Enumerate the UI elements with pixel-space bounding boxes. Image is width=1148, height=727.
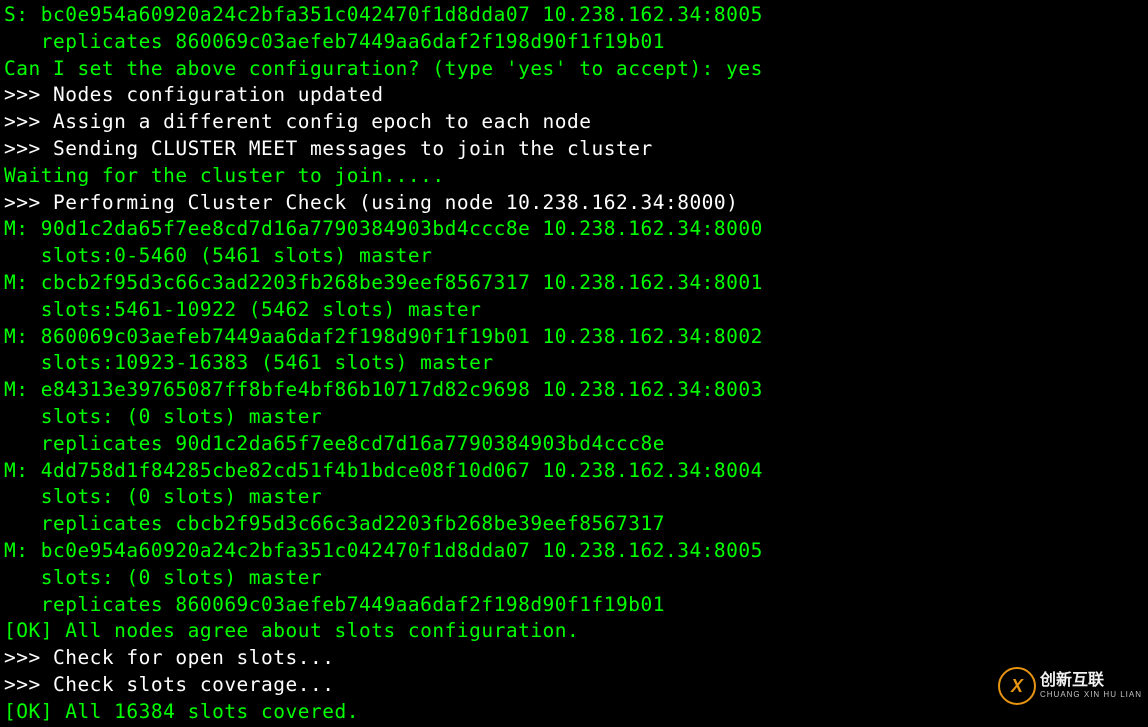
terminal-line: M: cbcb2f95d3c66c3ad2203fb268be39eef8567…: [4, 270, 1144, 297]
terminal-segment: >>> Check for open slots...: [4, 646, 334, 669]
terminal-line: slots: (0 slots) master: [4, 404, 1144, 431]
watermark-main-text: 创新互联: [1040, 673, 1142, 689]
terminal-line: >>> Nodes configuration updated: [4, 82, 1144, 109]
terminal-line: [OK] All nodes agree about slots configu…: [4, 618, 1144, 645]
terminal-segment: M: 90d1c2da65f7ee8cd7d16a7790384903bd4cc…: [4, 217, 763, 240]
terminal-segment: slots: (0 slots) master: [4, 405, 322, 428]
terminal-segment: Can I set the above configuration? (type…: [4, 57, 763, 80]
terminal-segment: M: cbcb2f95d3c66c3ad2203fb268be39eef8567…: [4, 271, 763, 294]
terminal-segment: M: 860069c03aefeb7449aa6daf2f198d90f1f19…: [4, 325, 763, 348]
terminal-line: replicates cbcb2f95d3c66c3ad2203fb268be3…: [4, 511, 1144, 538]
terminal-line: M: 4dd758d1f84285cbe82cd51f4b1bdce08f10d…: [4, 458, 1144, 485]
watermark-sub-text: CHUANG XIN HU LIAN: [1040, 691, 1142, 699]
terminal-line: M: bc0e954a60920a24c2bfa351c042470f1d8dd…: [4, 538, 1144, 565]
terminal-segment: M: bc0e954a60920a24c2bfa351c042470f1d8dd…: [4, 539, 763, 562]
terminal-segment: >>> Performing Cluster Check (using node…: [4, 191, 738, 214]
watermark-logo: X 创新互联 CHUANG XIN HU LIAN: [998, 667, 1142, 705]
terminal-line: M: e84313e39765087ff8bfe4bf86b10717d82c9…: [4, 377, 1144, 404]
terminal-line: slots:5461-10922 (5462 slots) master: [4, 297, 1144, 324]
terminal-segment: >>> Sending CLUSTER MEET messages to joi…: [4, 137, 653, 160]
terminal-segment: replicates 860069c03aefeb7449aa6daf2f198…: [4, 593, 665, 616]
terminal-segment: slots:5461-10922 (5462 slots) master: [4, 298, 481, 321]
terminal-segment: slots:10923-16383 (5461 slots) master: [4, 351, 494, 374]
terminal-line: slots:10923-16383 (5461 slots) master: [4, 350, 1144, 377]
terminal-segment: M: e84313e39765087ff8bfe4bf86b10717d82c9…: [4, 378, 763, 401]
terminal-line: [OK] All 16384 slots covered.: [4, 699, 1144, 726]
terminal-line: replicates 860069c03aefeb7449aa6daf2f198…: [4, 29, 1144, 56]
terminal-line: Waiting for the cluster to join.....: [4, 163, 1144, 190]
terminal-segment: >>> Assign a different config epoch to e…: [4, 110, 592, 133]
terminal-segment: replicates 90d1c2da65f7ee8cd7d16a7790384…: [4, 432, 665, 455]
terminal-segment: replicates 860069c03aefeb7449aa6daf2f198…: [4, 30, 665, 53]
terminal-line: >>> Check for open slots...: [4, 645, 1144, 672]
terminal-line: replicates 860069c03aefeb7449aa6daf2f198…: [4, 592, 1144, 619]
terminal-output: S: bc0e954a60920a24c2bfa351c042470f1d8dd…: [0, 0, 1148, 727]
terminal-segment: Waiting for the cluster to join.....: [4, 164, 445, 187]
terminal-line: slots: (0 slots) master: [4, 484, 1144, 511]
terminal-segment: slots: (0 slots) master: [4, 566, 322, 589]
terminal-segment: slots: (0 slots) master: [4, 485, 322, 508]
terminal-segment: replicates cbcb2f95d3c66c3ad2203fb268be3…: [4, 512, 665, 535]
terminal-line: >>> Sending CLUSTER MEET messages to joi…: [4, 136, 1144, 163]
terminal-line: M: 860069c03aefeb7449aa6daf2f198d90f1f19…: [4, 324, 1144, 351]
terminal-line: >>> Performing Cluster Check (using node…: [4, 190, 1144, 217]
terminal-line: replicates 90d1c2da65f7ee8cd7d16a7790384…: [4, 431, 1144, 458]
terminal-line: >>> Check slots coverage...: [4, 672, 1144, 699]
terminal-line: M: 90d1c2da65f7ee8cd7d16a7790384903bd4cc…: [4, 216, 1144, 243]
terminal-line: slots:0-5460 (5461 slots) master: [4, 243, 1144, 270]
terminal-line: Can I set the above configuration? (type…: [4, 56, 1144, 83]
terminal-segment: >>> Check slots coverage...: [4, 673, 334, 696]
terminal-segment: M: 4dd758d1f84285cbe82cd51f4b1bdce08f10d…: [4, 459, 763, 482]
terminal-line: S: bc0e954a60920a24c2bfa351c042470f1d8dd…: [4, 2, 1144, 29]
terminal-segment: [OK] All 16384 slots covered.: [4, 700, 359, 723]
terminal-segment: slots:0-5460 (5461 slots) master: [4, 244, 432, 267]
terminal-segment: S: bc0e954a60920a24c2bfa351c042470f1d8dd…: [4, 3, 763, 26]
watermark-icon: X: [998, 667, 1036, 705]
terminal-line: >>> Assign a different config epoch to e…: [4, 109, 1144, 136]
terminal-line: slots: (0 slots) master: [4, 565, 1144, 592]
terminal-segment: >>> Nodes configuration updated: [4, 83, 383, 106]
terminal-segment: [OK] All nodes agree about slots configu…: [4, 619, 579, 642]
